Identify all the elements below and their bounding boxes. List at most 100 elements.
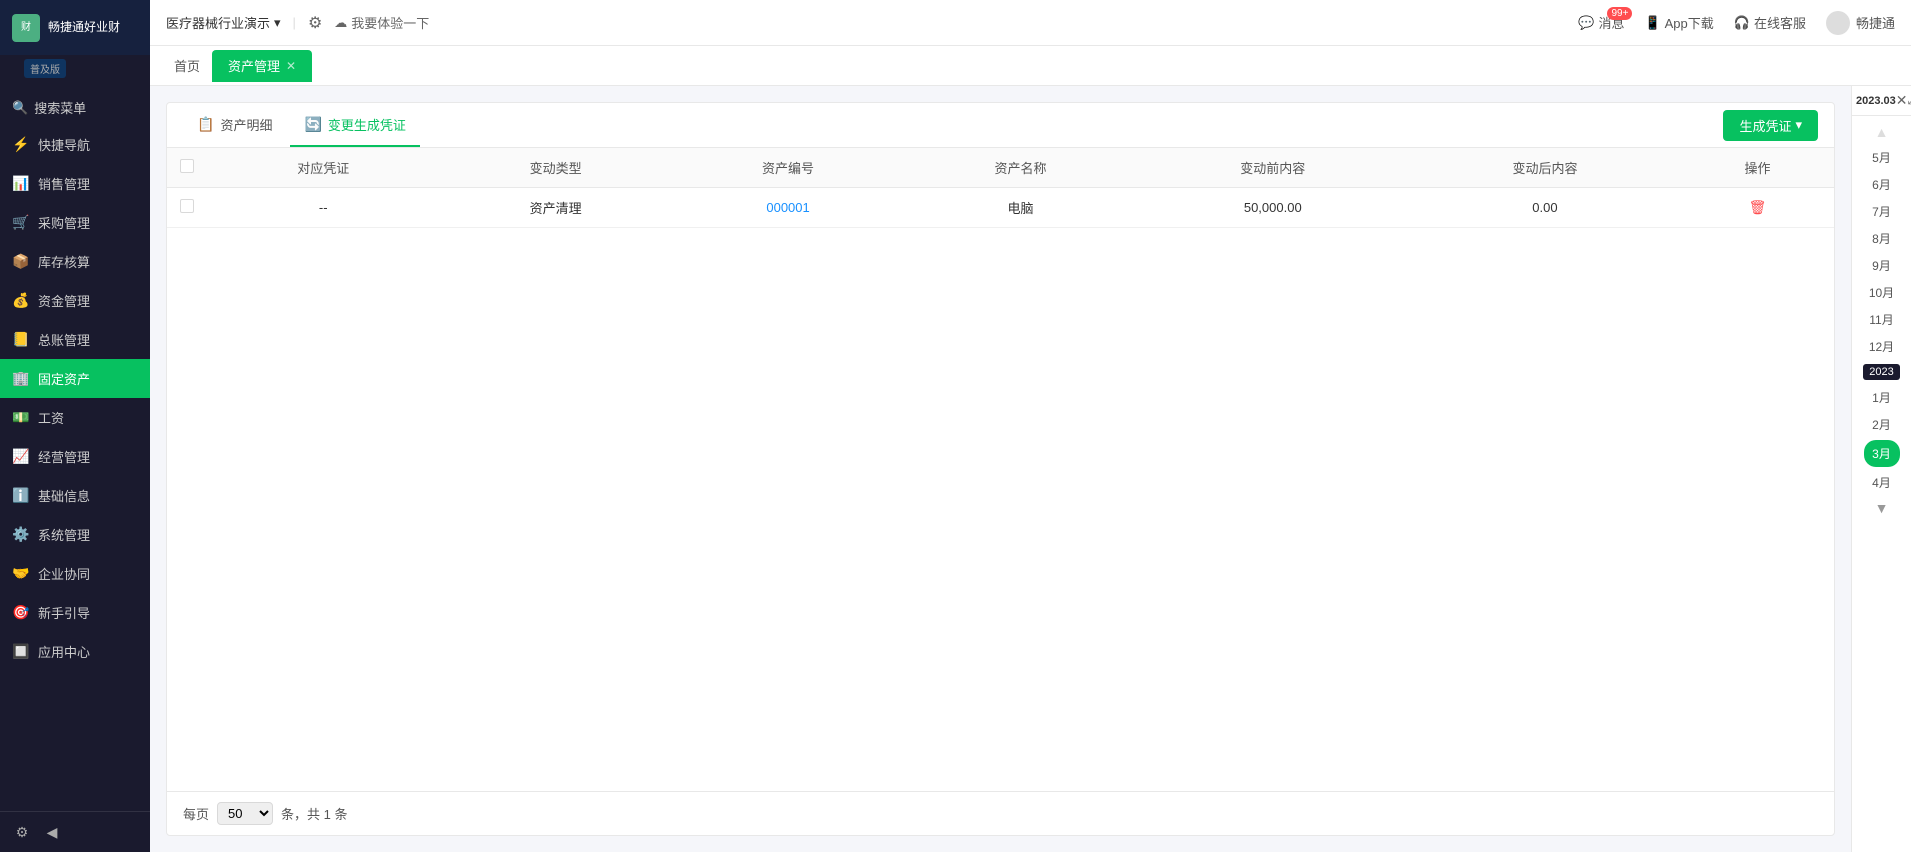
search-menu[interactable]: 🔍 搜索菜单 [0,90,150,125]
generate-voucher-button[interactable]: 生成凭证 ▾ [1723,110,1818,141]
panel-close-button[interactable]: ✕ [1896,92,1908,109]
user-name: 畅捷通 [1856,13,1895,32]
nav-icon-inventory: 📦 [12,253,30,271]
th-asset-name: 资产名称 [904,148,1136,188]
sidebar-item-fixed-assets[interactable]: 🏢固定资产 [0,359,150,398]
select-all-checkbox[interactable] [180,159,194,173]
timeline-month[interactable]: 9月 [1865,252,1898,279]
th-action: 操作 [1681,148,1834,188]
app-download-label: App下载 [1665,13,1714,32]
sub-tab-change-voucher[interactable]: 🔄 变更生成凭证 [290,103,419,147]
timeline-down-button[interactable]: ▼ [1871,496,1893,520]
th-voucher: 对应凭证 [207,148,439,188]
collapse-icon[interactable]: ◀ [42,822,62,842]
table-header-row: 对应凭证 变动类型 资产编号 资产名称 变动前内容 变动后内容 操作 [167,148,1834,188]
nav-label-operations: 经营管理 [38,447,90,466]
timeline: ▲ 5月6月7月8月9月10月11月12月 2023 1月2月3月4月 ▼ [1852,116,1911,852]
timeline-month[interactable]: 8月 [1865,225,1898,252]
sidebar-item-system[interactable]: ⚙️系统管理 [0,515,150,554]
online-service-button[interactable]: 🎧 在线客服 [1734,13,1806,32]
timeline-month[interactable]: 6月 [1865,171,1898,198]
th-change-type: 变动类型 [439,148,671,188]
months-before: 5月6月7月8月9月10月11月12月 [1865,144,1898,360]
main-card: 📋 资产明细 🔄 变更生成凭证 生成凭证 ▾ [166,102,1835,836]
timeline-month[interactable]: 11月 [1865,306,1898,333]
right-panel: 2023.03 ✕ ⤢ ▲ 5月6月7月8月9月10月11月12月 2023 1… [1851,86,1911,852]
sidebar-item-ledger[interactable]: 📒总账管理 [0,320,150,359]
table-wrap: 对应凭证 变动类型 资产编号 资产名称 变动前内容 变动后内容 操作 [167,148,1834,791]
timeline-month[interactable]: 1月 [1864,384,1900,411]
timeline-month[interactable]: 4月 [1864,469,1900,496]
cloud-icon: ☁ [334,15,347,31]
table-row: -- 资产清理 000001 电脑 50,000.00 0.00 🗑 [167,188,1834,228]
total-count: 条，共 1 条 [281,804,347,823]
panel-expand-button[interactable]: ⤢ [1908,93,1911,108]
online-service-label: 在线客服 [1754,13,1806,32]
sidebar: 财 畅捷通好业财 普及版 🔍 搜索菜单 ⚡快捷导航 📊 销售管理 🛒 采购管理 📦 库存核算… [0,0,150,852]
per-page-label: 每页 [183,804,209,823]
sidebar-item-inventory[interactable]: 📦 库存核算 [0,242,150,281]
nav-label-apps: 应用中心 [38,642,90,661]
app-download-button[interactable]: 📱 App下载 [1644,13,1713,32]
sidebar-item-enterprise[interactable]: 🤝企业协同 [0,554,150,593]
notifications-button[interactable]: 💬 消息 99+ [1578,13,1624,32]
nav-label-sales: 销售管理 [38,174,90,193]
sidebar-item-payroll[interactable]: 💵工资 [0,398,150,437]
settings-icon[interactable]: ⚙ [12,822,32,842]
row-after-change: 0.00 [1409,188,1681,228]
tab-asset-management[interactable]: 资产管理 ✕ [212,50,312,82]
sidebar-item-sales[interactable]: 📊 销售管理 [0,164,150,203]
right-panel-header: 2023.03 ✕ ⤢ [1852,86,1911,116]
sidebar-item-quick-nav[interactable]: ⚡快捷导航 [0,125,150,164]
sub-tab-asset-detail[interactable]: 📋 资产明细 [183,103,286,147]
sidebar-item-guide[interactable]: 🎯新手引导 [0,593,150,632]
company-selector[interactable]: 医疗器械行业演示 ▾ [166,13,281,32]
timeline-month[interactable]: 7月 [1865,198,1898,225]
table-footer: 每页 50 10 20 100 条，共 1 条 [167,791,1834,835]
sidebar-item-apps[interactable]: 🔲 应用中心 [0,632,150,671]
sidebar-item-purchase[interactable]: 🛒 采购管理 [0,203,150,242]
tabs-bar: 首页 资产管理 ✕ [150,46,1911,86]
timeline-month[interactable]: 12月 [1865,333,1898,360]
chevron-down-icon: ▾ [274,15,281,31]
timeline-month[interactable]: 5月 [1865,144,1898,171]
nav-icon-operations: 📈 [12,448,30,466]
timeline-month[interactable]: 2月 [1864,411,1900,438]
edition-badge: 普及版 [24,59,66,78]
nav-label-ledger: 总账管理 [38,330,90,349]
app-logo: 财 畅捷通好业财 [0,0,150,55]
per-page-select[interactable]: 50 10 20 100 [217,802,273,825]
feedback-button[interactable]: ☁ 我要体验一下 [334,13,429,32]
sidebar-item-funds[interactable]: 💰资金管理 [0,281,150,320]
nav-icon-funds: 💰 [12,292,30,310]
row-change-type: 资产清理 [439,188,671,228]
nav-label-basic-info: 基础信息 [38,486,90,505]
delete-row-button[interactable]: 🗑 [1749,199,1767,215]
timeline-up-button[interactable]: ▲ [1871,120,1893,144]
nav-icon-sales: 📊 [12,175,30,193]
row-checkbox[interactable] [180,199,194,213]
tab-home[interactable]: 首页 [166,56,208,75]
generate-voucher-area: 生成凭证 ▾ [1723,110,1818,141]
timeline-month[interactable]: 3月 [1864,440,1900,467]
sidebar-item-operations[interactable]: 📈 经营管理 [0,437,150,476]
nav-label-guide: 新手引导 [38,603,90,622]
nav-label-inventory: 库存核算 [38,252,90,271]
nav-items: ⚡快捷导航 📊 销售管理 🛒 采购管理 📦 库存核算 💰资金管理📒总账管理🏢固定资产💵工资 📈 经… [0,125,150,671]
timeline-month[interactable]: 10月 [1865,279,1898,306]
user-menu[interactable]: 畅捷通 [1826,11,1895,35]
row-checkbox-cell [167,188,207,228]
feedback-label: 我要体验一下 [351,13,429,32]
notifications-badge: 99+ [1607,7,1632,20]
nav-icon-purchase: 🛒 [12,214,30,232]
months-after: 1月2月3月4月 [1864,384,1900,496]
row-before-change: 50,000.00 [1137,188,1409,228]
row-asset-code: 000001 [672,188,904,228]
sidebar-item-basic-info[interactable]: ℹ️基础信息 [0,476,150,515]
search-icon: 🔍 [12,100,28,116]
nav-label-purchase: 采购管理 [38,213,90,232]
settings-gear-icon[interactable]: ⚙ [308,13,322,33]
tab-close-icon[interactable]: ✕ [286,59,296,73]
nav-icon-payroll: 💵 [12,409,30,427]
nav-icon-apps: 🔲 [12,643,30,661]
